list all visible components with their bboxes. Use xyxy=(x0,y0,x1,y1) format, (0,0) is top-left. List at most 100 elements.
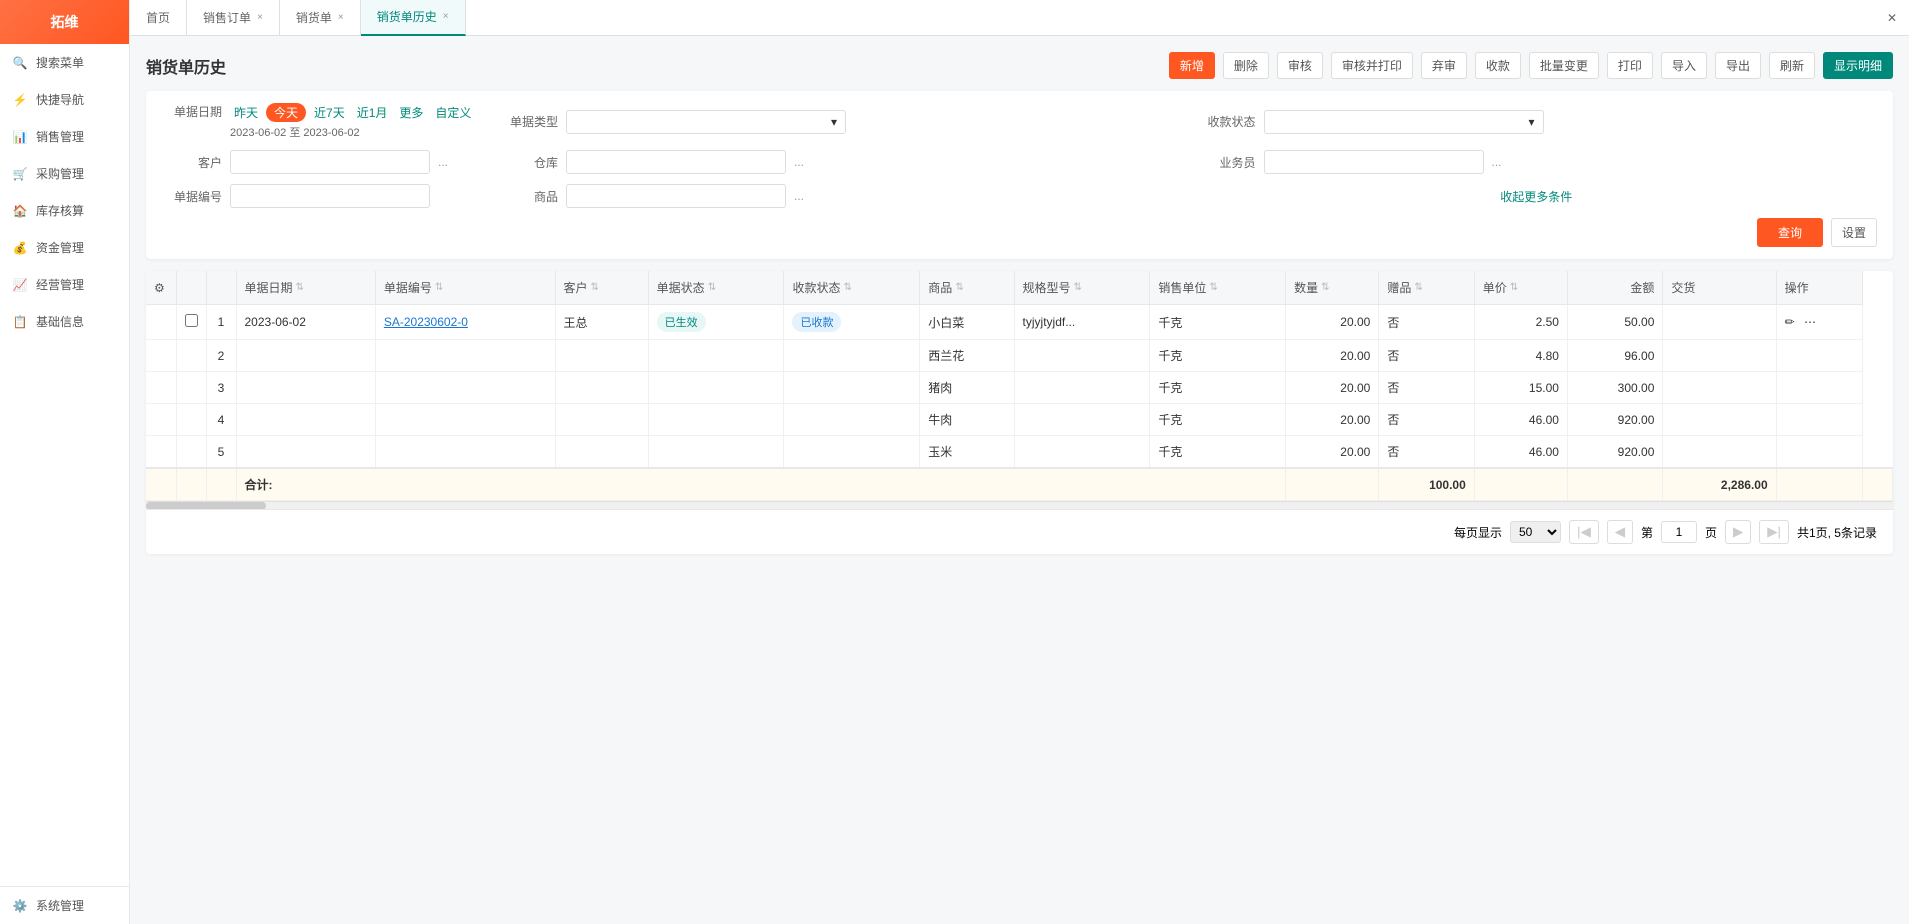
shortcut-1month[interactable]: 近1月 xyxy=(353,103,392,122)
goods-dots[interactable]: ... xyxy=(794,189,804,203)
row-checkbox[interactable] xyxy=(185,314,198,327)
shortcut-more[interactable]: 更多 xyxy=(395,103,427,122)
tab-sales-history-close[interactable]: × xyxy=(443,11,449,22)
cell-rownum: 1 xyxy=(206,305,236,340)
cell-collect-status xyxy=(784,436,920,469)
summary-checkbox xyxy=(176,468,206,501)
sidebar-item-sales-mgmt[interactable]: 📊 销售管理 xyxy=(0,118,129,155)
tab-sales-history[interactable]: 销货单历史 × xyxy=(361,0,466,36)
finance-icon: 💰 xyxy=(12,240,28,256)
th-unit[interactable]: 销售单位⇅ xyxy=(1150,271,1286,305)
cell-rownum: 3 xyxy=(206,372,236,404)
sidebar-bottom: ⚙️ 系统管理 xyxy=(0,886,129,924)
th-customer[interactable]: 客户⇅ xyxy=(555,271,648,305)
cell-doc-no xyxy=(375,372,555,404)
sidebar-item-finance[interactable]: 💰 资金管理 xyxy=(0,229,129,266)
delete-button[interactable]: 删除 xyxy=(1223,52,1269,79)
sidebar-item-sys-mgmt[interactable]: ⚙️ 系统管理 xyxy=(0,887,129,924)
abandon-button[interactable]: 弃审 xyxy=(1421,52,1467,79)
cell-qty: 20.00 xyxy=(1286,340,1379,372)
batch-change-button[interactable]: 批量变更 xyxy=(1529,52,1599,79)
staff-input[interactable] xyxy=(1264,150,1484,174)
cell-ops[interactable]: ✏ ⋯ xyxy=(1776,305,1862,340)
staff-dots[interactable]: ... xyxy=(1492,155,1502,169)
export-button[interactable]: 导出 xyxy=(1715,52,1761,79)
page-title: 销货单历史 xyxy=(146,54,226,78)
review-print-button[interactable]: 审核并打印 xyxy=(1331,52,1413,79)
show-details-button[interactable]: 显示明细 xyxy=(1823,52,1893,79)
th-rownum xyxy=(206,271,236,305)
sidebar-item-quick-nav[interactable]: ⚡ 快捷导航 xyxy=(0,81,129,118)
th-qty[interactable]: 数量⇅ xyxy=(1286,271,1379,305)
collect-status-select[interactable]: ▾ xyxy=(1264,110,1544,134)
goods-input[interactable] xyxy=(566,184,786,208)
sidebar-item-purchase-mgmt[interactable]: 🛒 采购管理 xyxy=(0,155,129,192)
window-close-button[interactable]: ✕ xyxy=(1875,11,1909,25)
pagination: 每页显示 50 100 200 |◀ ◀ 第 页 ▶ ▶| 共1页, 5条记录 xyxy=(146,509,1893,554)
th-doc-status[interactable]: 单据状态⇅ xyxy=(648,271,784,305)
customer-dots[interactable]: ... xyxy=(438,155,448,169)
sidebar-header: 拓维 xyxy=(0,0,129,44)
th-checkbox xyxy=(176,271,206,305)
th-doc-no[interactable]: 单据编号⇅ xyxy=(375,271,555,305)
shortcut-custom[interactable]: 自定义 xyxy=(431,103,475,122)
tab-home[interactable]: 首页 xyxy=(130,0,187,36)
cell-amount: 920.00 xyxy=(1567,436,1662,469)
tab-sales-order-close[interactable]: × xyxy=(257,12,263,23)
cell-unit: 千克 xyxy=(1150,372,1286,404)
sidebar-item-search-menu[interactable]: 🔍 搜索菜单 xyxy=(0,44,129,81)
page-prev-button[interactable]: ◀ xyxy=(1607,520,1633,544)
cell-doc-no[interactable]: SA-20230602-0 xyxy=(375,305,555,340)
th-settings[interactable]: ⚙ xyxy=(146,271,176,305)
table-row: 1 2023-06-02 SA-20230602-0 王总 已生效 已收款 小白… xyxy=(146,305,1893,340)
shortcut-7days[interactable]: 近7天 xyxy=(310,103,349,122)
cell-customer xyxy=(555,340,648,372)
settings-button[interactable]: 设置 xyxy=(1831,218,1877,247)
sys-mgmt-icon: ⚙️ xyxy=(12,898,28,914)
page-number-input[interactable] xyxy=(1661,521,1697,543)
tab-sales-goods-close[interactable]: × xyxy=(338,12,344,23)
ops-more[interactable]: ⋯ xyxy=(1804,315,1816,329)
doc-type-select[interactable]: ▾ xyxy=(566,110,846,134)
cell-unit: 千克 xyxy=(1150,305,1286,340)
warehouse-input[interactable] xyxy=(566,150,786,174)
sidebar-item-inventory[interactable]: 🏠 库存核算 xyxy=(0,192,129,229)
table-row: 5 玉米 千克 20.00 否 46.00 920.00 xyxy=(146,436,1893,469)
ops-edit[interactable]: ✏ xyxy=(1785,315,1795,329)
cell-collect-status xyxy=(784,340,920,372)
page-next-button[interactable]: ▶ xyxy=(1725,520,1751,544)
th-spec[interactable]: 规格型号⇅ xyxy=(1014,271,1150,305)
doc-no-input[interactable] xyxy=(230,184,430,208)
per-page-select[interactable]: 50 100 200 xyxy=(1510,521,1561,543)
customer-input[interactable] xyxy=(230,150,430,174)
refresh-button[interactable]: 刷新 xyxy=(1769,52,1815,79)
th-collect-status[interactable]: 收款状态⇅ xyxy=(784,271,920,305)
cell-checkbox[interactable] xyxy=(176,305,206,340)
query-button[interactable]: 查询 xyxy=(1757,218,1823,247)
collapse-button[interactable]: 收起更多条件 xyxy=(1500,188,1572,205)
new-button[interactable]: 新增 xyxy=(1169,52,1215,79)
sidebar-item-ops-mgmt[interactable]: 📈 经营管理 xyxy=(0,266,129,303)
shortcut-today[interactable]: 今天 xyxy=(266,103,306,122)
warehouse-dots[interactable]: ... xyxy=(794,155,804,169)
tab-sales-goods[interactable]: 销货单 × xyxy=(280,0,361,36)
th-price[interactable]: 单价⇅ xyxy=(1474,271,1567,305)
th-doc-date[interactable]: 单据日期⇅ xyxy=(236,271,375,305)
page-last-button[interactable]: ▶| xyxy=(1759,520,1789,544)
table-header: ⚙ 单据日期⇅ 单据编号⇅ 客户⇅ 单据状态⇅ xyxy=(146,271,1893,305)
tab-sales-order[interactable]: 销售订单 × xyxy=(187,0,280,36)
doc-no-link[interactable]: SA-20230602-0 xyxy=(384,315,468,329)
shortcut-yesterday[interactable]: 昨天 xyxy=(230,103,262,122)
th-goods[interactable]: 商品⇅ xyxy=(920,271,1014,305)
horizontal-scrollbar[interactable] xyxy=(146,501,1893,509)
sidebar-item-basic-info[interactable]: 📋 基础信息 xyxy=(0,303,129,340)
sidebar-item-label: 销售管理 xyxy=(36,128,84,145)
page-first-button[interactable]: |◀ xyxy=(1569,520,1599,544)
import-button[interactable]: 导入 xyxy=(1661,52,1707,79)
summary-label: 合计: xyxy=(236,468,1286,501)
th-gift[interactable]: 赠品⇅ xyxy=(1379,271,1474,305)
print-button[interactable]: 打印 xyxy=(1607,52,1653,79)
review-button[interactable]: 审核 xyxy=(1277,52,1323,79)
collect-button[interactable]: 收款 xyxy=(1475,52,1521,79)
cell-qty: 20.00 xyxy=(1286,372,1379,404)
